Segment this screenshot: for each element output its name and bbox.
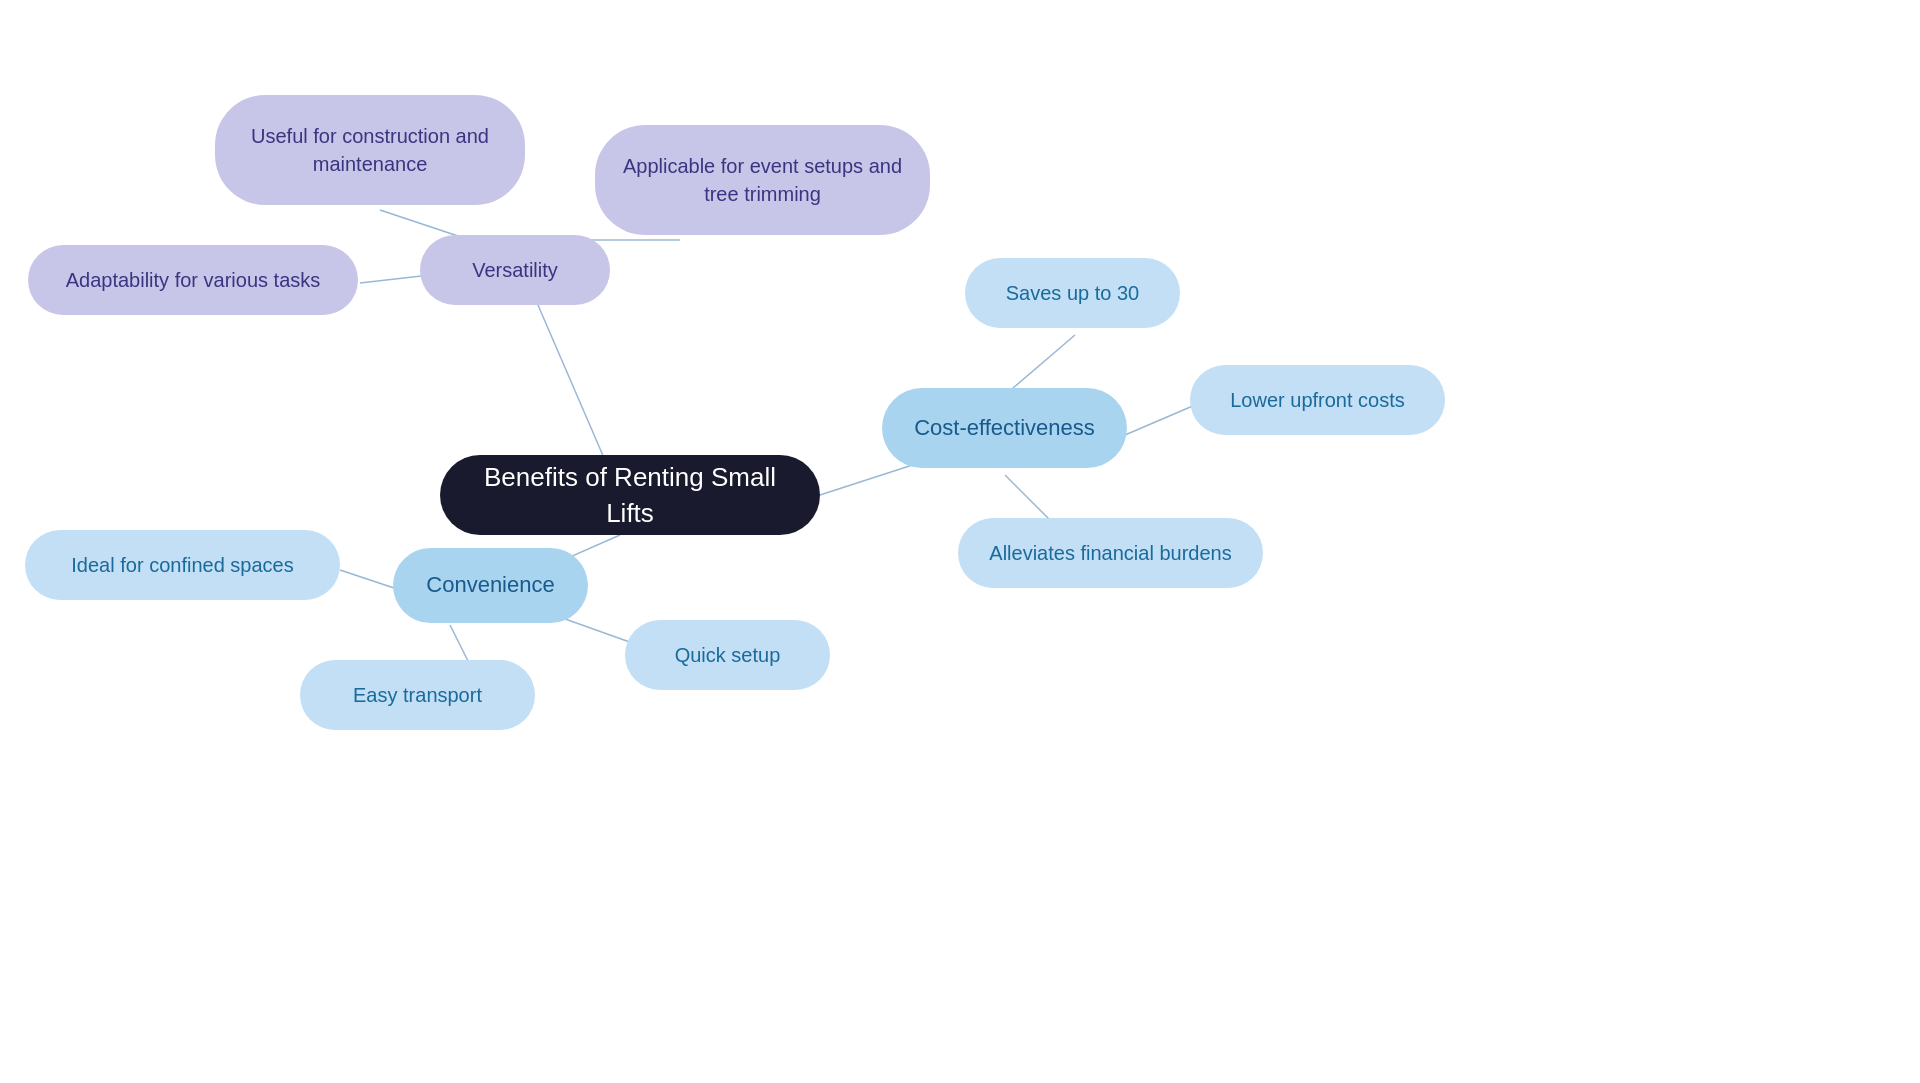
saves-30-node: Saves up to 30 — [965, 258, 1180, 328]
versatility-node: Versatility — [420, 235, 610, 305]
useful-construction-node: Useful for construction and maintenance — [215, 95, 525, 205]
easy-transport-node: Easy transport — [300, 660, 535, 730]
lower-costs-label: Lower upfront costs — [1230, 386, 1405, 414]
ideal-confined-node: Ideal for confined spaces — [25, 530, 340, 600]
ideal-confined-label: Ideal for confined spaces — [71, 551, 293, 579]
adaptability-node: Adaptability for various tasks — [28, 245, 358, 315]
svg-line-7 — [1125, 405, 1195, 435]
convenience-label: Convenience — [426, 570, 554, 601]
center-label: Benefits of Renting Small Lifts — [464, 459, 796, 532]
versatility-label: Versatility — [472, 256, 558, 284]
svg-line-9 — [340, 570, 400, 590]
easy-transport-label: Easy transport — [353, 681, 482, 709]
adaptability-label: Adaptability for various tasks — [66, 266, 321, 294]
alleviates-node: Alleviates financial burdens — [958, 518, 1263, 588]
convenience-node: Convenience — [393, 548, 588, 623]
cost-effectiveness-label: Cost-effectiveness — [914, 413, 1095, 444]
applicable-event-node: Applicable for event setups and tree tri… — [595, 125, 930, 235]
quick-setup-label: Quick setup — [675, 641, 781, 669]
cost-effectiveness-node: Cost-effectiveness — [882, 388, 1127, 468]
saves-30-label: Saves up to 30 — [1006, 279, 1139, 307]
svg-line-6 — [1005, 335, 1075, 395]
alleviates-label: Alleviates financial burdens — [989, 539, 1231, 567]
applicable-event-label: Applicable for event setups and tree tri… — [619, 152, 906, 208]
center-node: Benefits of Renting Small Lifts — [440, 455, 820, 535]
svg-line-10 — [450, 625, 470, 665]
quick-setup-node: Quick setup — [625, 620, 830, 690]
useful-construction-label: Useful for construction and maintenance — [239, 122, 501, 178]
lower-costs-node: Lower upfront costs — [1190, 365, 1445, 435]
svg-line-5 — [360, 275, 430, 283]
